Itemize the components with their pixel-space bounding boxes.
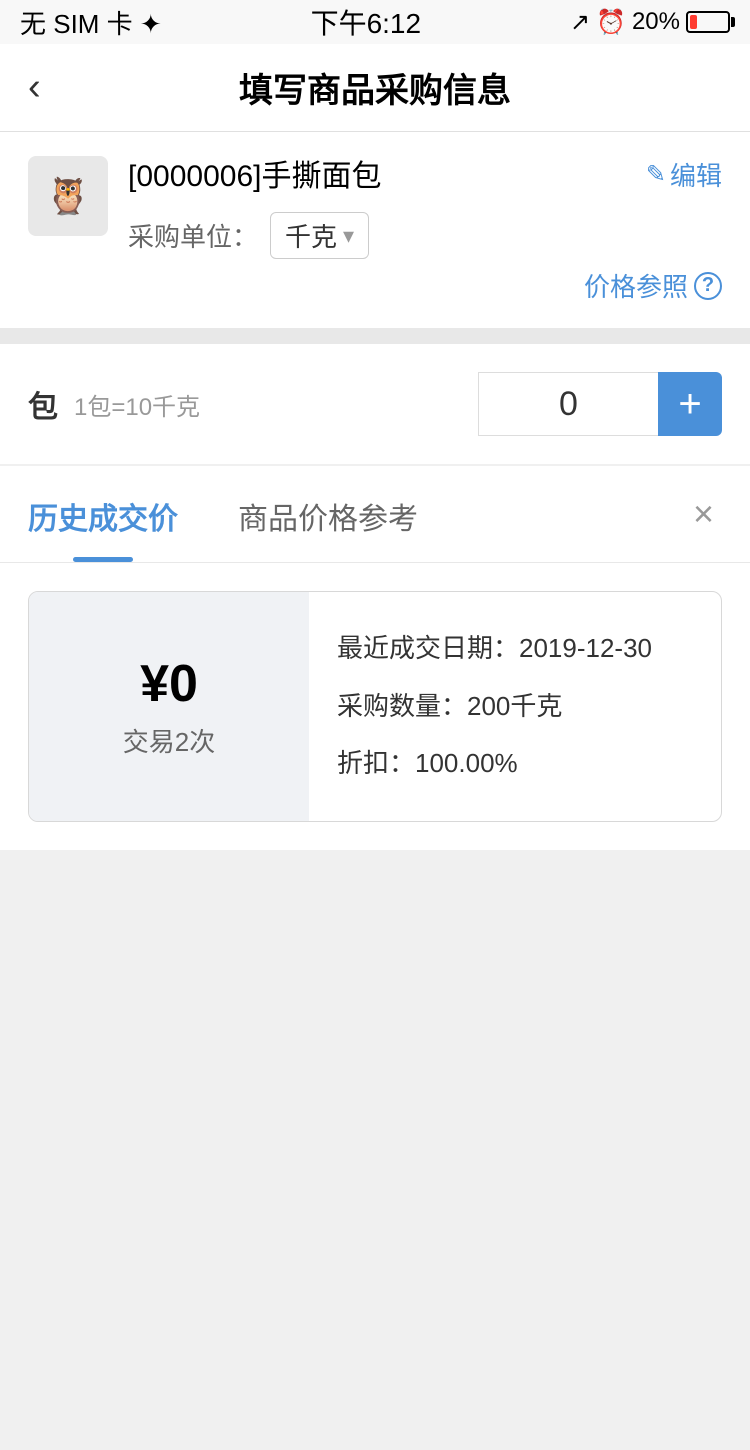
unit-selector[interactable]: 千克 ▾ [270,212,369,259]
main-content-area [0,850,750,1450]
tab-history-price[interactable]: 历史成交价 [28,466,178,562]
tabs-area: 历史成交价 商品价格参考 × ¥0 交易2次 最近成交日期：2019-12-30… [0,466,750,850]
price-ref-link[interactable]: 价格参照 ? [584,267,722,304]
quantity-label: 采购数量： [337,691,467,721]
help-icon: ? [694,272,722,300]
price-card-left: ¥0 交易2次 [29,592,309,821]
quantity-input[interactable] [478,372,658,436]
location-icon: ↗ [570,8,590,37]
edit-link[interactable]: ✎ 编辑 [646,156,722,193]
product-name: [0000006]手撕面包 [128,156,381,198]
page-title: 填写商品采购信息 [239,63,511,112]
nav-bar: ‹ 填写商品采购信息 [0,44,750,132]
price-display: ¥0 [140,654,198,714]
discount-value: 100.00% [415,748,518,778]
quantity-plus-button[interactable]: + [658,372,722,436]
tab-content: ¥0 交易2次 最近成交日期：2019-12-30 采购数量：200千克 折扣：… [0,563,750,850]
owl-logo-icon: 🦉 [46,178,91,214]
product-info: [0000006]手撕面包 采购单位： 千克 ▾ [128,156,381,259]
product-top-row: 🦉 [0000006]手撕面包 采购单位： 千克 ▾ ✎ 编辑 [28,156,722,259]
price-detail-date: 最近成交日期：2019-12-30 [337,628,693,670]
discount-label: 折扣： [337,748,415,778]
price-ref-row: 价格参照 ? [28,267,722,304]
price-amount: 0 [169,655,198,713]
unit-value: 千克 [285,217,337,254]
status-bar: 无 SIM 卡 ✦ 下午6:12 ↗ ⏰ 20% [0,0,750,44]
tab-history-label: 历史成交价 [28,503,178,536]
product-title: 手撕面包 [261,160,381,193]
section-divider [0,328,750,344]
tab-price-ref-label: 商品价格参考 [238,503,418,536]
status-bar-carrier: 无 SIM 卡 ✦ [20,4,162,41]
price-card-right: 最近成交日期：2019-12-30 采购数量：200千克 折扣：100.00% [309,592,721,821]
quantity-left: 包 1包=10千克 [28,382,200,426]
edit-icon: ✎ [646,160,666,189]
product-unit-row: 采购单位： 千克 ▾ [128,212,381,259]
quantity-hint: 1包=10千克 [74,387,200,422]
unit-label: 采购单位： [128,217,258,254]
price-card: ¥0 交易2次 最近成交日期：2019-12-30 采购数量：200千克 折扣：… [28,591,722,822]
product-card: 🦉 [0000006]手撕面包 采购单位： 千克 ▾ ✎ 编辑 [0,132,750,328]
quantity-unit-badge: 包 [28,382,58,426]
status-bar-indicators: ↗ ⏰ 20% [570,8,730,37]
date-value: 2019-12-30 [519,633,652,663]
price-transactions: 交易2次 [123,722,215,759]
back-button[interactable]: ‹ [28,66,41,109]
status-bar-time: 下午6:12 [311,2,422,42]
price-ref-label: 价格参照 [584,267,688,304]
price-detail-quantity: 采购数量：200千克 [337,686,693,728]
date-label: 最近成交日期： [337,633,519,663]
edit-label: 编辑 [670,156,722,193]
quantity-right: + [478,372,722,436]
tab-price-ref[interactable]: 商品价格参考 [238,466,418,562]
quantity-row: 包 1包=10千克 + [0,344,750,464]
tab-close-button[interactable]: × [685,485,722,543]
price-detail-discount: 折扣：100.00% [337,743,693,785]
tabs-header: 历史成交价 商品价格参考 × [0,466,750,563]
alarm-icon: ⏰ [596,8,626,37]
currency-symbol: ¥ [140,655,169,713]
battery-icon [686,11,730,33]
product-id: [0000006] [128,160,261,193]
battery-percent: 20% [632,8,680,36]
product-left: 🦉 [0000006]手撕面包 采购单位： 千克 ▾ [28,156,381,259]
quantity-value: 200千克 [467,691,562,721]
product-thumbnail: 🦉 [28,156,108,236]
tabs-list: 历史成交价 商品价格参考 [28,466,418,562]
unit-arrow-icon: ▾ [343,223,354,249]
